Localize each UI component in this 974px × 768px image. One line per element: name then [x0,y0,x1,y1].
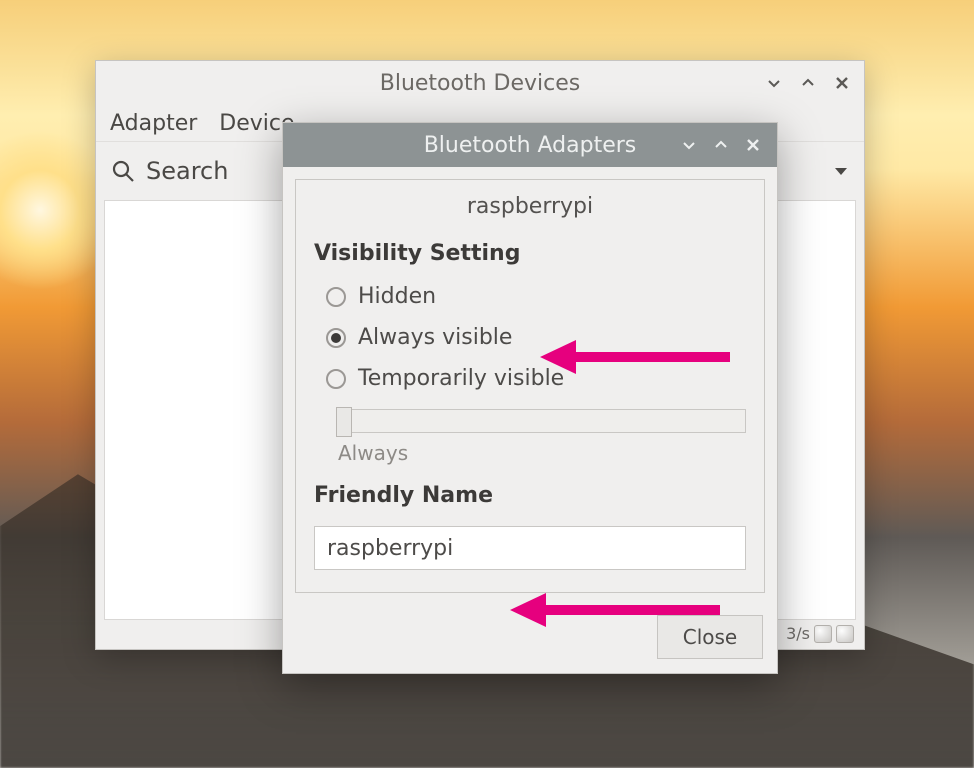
visibility-option-label: Hidden [358,284,436,309]
radio-icon [326,369,346,389]
slider-track [336,409,746,433]
close-button[interactable] [834,75,854,91]
visibility-option-label: Always visible [358,325,512,350]
bluetooth-adapters-dialog: Bluetooth Adapters raspberrypi Visibilit… [282,122,778,674]
devices-statusbar: 3/s [786,624,854,643]
devices-window-title: Bluetooth Devices [380,71,581,96]
status-indicator-2 [836,625,854,643]
toolbar-menu-dropdown[interactable] [832,162,850,180]
minimize-button[interactable] [766,75,786,91]
adapters-close-button[interactable] [745,137,765,153]
visibility-duration-slider[interactable] [314,399,746,435]
devices-window-controls [766,61,854,105]
close-button-label: Close [683,625,737,649]
visibility-option-temporary[interactable]: Temporarily visible [314,358,746,399]
adapters-dialog-title: Bluetooth Adapters [424,133,637,158]
close-dialog-button[interactable]: Close [657,615,763,659]
radio-icon [326,287,346,307]
search-label: Search [146,157,228,185]
radio-icon [326,328,346,348]
visibility-option-hidden[interactable]: Hidden [314,276,746,317]
status-indicator-1 [814,625,832,643]
adapters-window-controls [681,123,765,167]
adapters-minimize-button[interactable] [681,137,701,153]
menu-adapter[interactable]: Adapter [110,111,197,136]
slider-value-label: Always [314,435,746,465]
adapters-titlebar: Bluetooth Adapters [283,123,777,167]
search-button[interactable]: Search [110,157,228,185]
slider-handle[interactable] [336,407,352,437]
search-icon [110,158,136,184]
status-rate: 3/s [786,624,810,643]
friendly-name-heading: Friendly Name [314,483,746,508]
devices-titlebar: Bluetooth Devices [96,61,864,105]
visibility-option-label: Temporarily visible [358,366,564,391]
adapters-maximize-button[interactable] [713,137,733,153]
maximize-button[interactable] [800,75,820,91]
adapter-name-label: raspberrypi [314,190,746,235]
visibility-heading: Visibility Setting [314,241,746,266]
adapters-dialog-buttons: Close [283,605,777,673]
adapter-page: raspberrypi Visibility Setting Hidden Al… [295,179,765,593]
visibility-option-always[interactable]: Always visible [314,317,746,358]
adapters-body: raspberrypi Visibility Setting Hidden Al… [283,167,777,605]
friendly-name-input[interactable] [314,526,746,570]
